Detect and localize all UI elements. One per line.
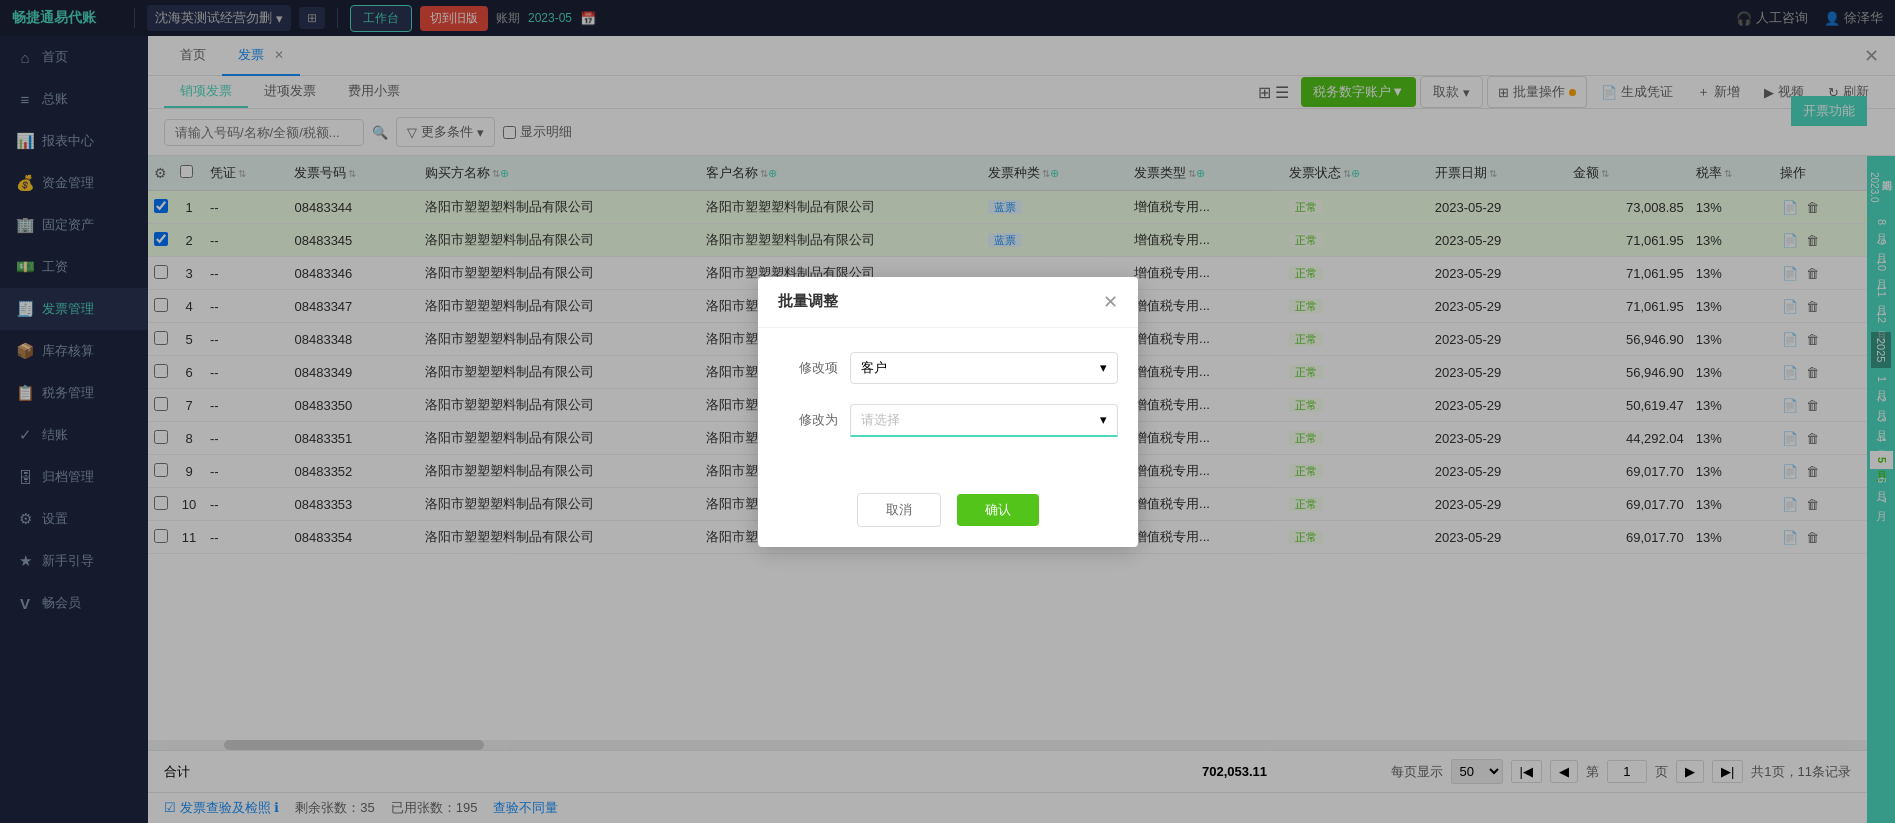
- modal-header: 批量调整 ✕: [758, 277, 1138, 328]
- modify-value-placeholder: 请选择: [861, 411, 900, 429]
- chevron-down-icon: ▾: [1100, 412, 1107, 427]
- modal-footer: 取消 确认: [758, 481, 1138, 547]
- modify-value-row: 修改为 请选择 ▾: [778, 404, 1118, 437]
- cancel-button[interactable]: 取消: [857, 493, 941, 527]
- modify-field-row: 修改项 客户 ▾: [778, 352, 1118, 384]
- modify-field-select[interactable]: 客户 ▾: [850, 352, 1118, 384]
- modal-body: 修改项 客户 ▾ 修改为 请选择 ▾: [758, 328, 1138, 481]
- confirm-button[interactable]: 确认: [957, 494, 1039, 526]
- modify-field-label: 修改项: [778, 359, 838, 377]
- chevron-down-icon: ▾: [1100, 360, 1107, 375]
- modify-value-select[interactable]: 请选择 ▾: [850, 404, 1118, 437]
- modify-field-value: 客户: [861, 359, 887, 377]
- modal-overlay[interactable]: 批量调整 ✕ 修改项 客户 ▾ 修改为 请选择 ▾ 取消 确认: [0, 0, 1895, 823]
- modify-value-label: 修改为: [778, 411, 838, 429]
- batch-adjust-modal: 批量调整 ✕ 修改项 客户 ▾ 修改为 请选择 ▾ 取消 确认: [758, 277, 1138, 547]
- modal-title: 批量调整: [778, 292, 838, 311]
- modal-close-button[interactable]: ✕: [1103, 291, 1118, 313]
